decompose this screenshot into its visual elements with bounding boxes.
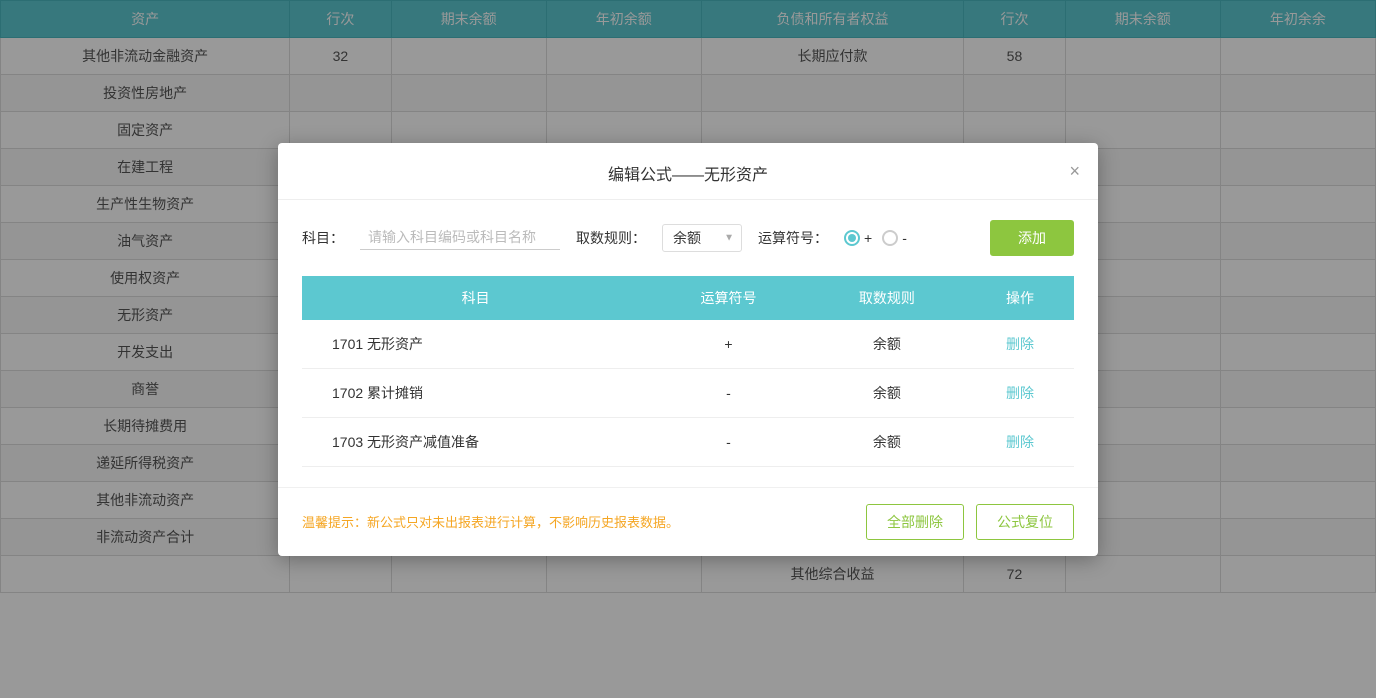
operator-group: + -	[844, 230, 907, 246]
modal-footer: 温馨提示：新公式只对未出报表进行计算，不影响历史报表数据。 全部删除 公式复位	[278, 487, 1098, 556]
table-header-row: 科目 运算符号 取数规则 操作	[302, 276, 1074, 320]
delete-all-button[interactable]: 全部删除	[866, 504, 964, 540]
delete-link[interactable]: 删除	[1006, 336, 1034, 352]
modal-header: 编辑公式——无形资产 ×	[278, 143, 1098, 200]
operator-minus-radio[interactable]: -	[882, 230, 907, 246]
add-button[interactable]: 添加	[990, 220, 1074, 256]
operator-plus-radio[interactable]: +	[844, 230, 872, 246]
footer-tip: 温馨提示：新公式只对未出报表进行计算，不影响历史报表数据。	[302, 512, 679, 531]
delete-link[interactable]: 删除	[1006, 385, 1034, 401]
cell-subject: 1703 无形资产减值准备	[302, 417, 649, 466]
col-operator: 运算符号	[649, 276, 807, 320]
cell-subject: 1702 累计摊销	[302, 368, 649, 417]
cell-action: 删除	[966, 368, 1074, 417]
formula-table: 科目 运算符号 取数规则 操作 1701 无形资产+余额删除1702 累计摊销-…	[302, 276, 1074, 467]
table-row: 1702 累计摊销-余额 删除	[302, 368, 1074, 417]
operator-label: 运算符号：	[758, 228, 828, 248]
rule-label: 取数规则：	[576, 228, 646, 248]
modal-overlay: 编辑公式——无形资产 × 科目： 取数规则： 余额 借方 贷方 ▼ 运算符号：	[0, 0, 1376, 698]
delete-link[interactable]: 删除	[1006, 434, 1034, 450]
modal-title: 编辑公式——无形资产	[608, 167, 768, 184]
col-action: 操作	[966, 276, 1074, 320]
subject-label: 科目：	[302, 228, 344, 248]
rule-select-wrap: 余额 借方 贷方 ▼	[662, 224, 742, 252]
modal-close-button[interactable]: ×	[1069, 162, 1080, 180]
modal-body: 科目： 取数规则： 余额 借方 贷方 ▼ 运算符号： +	[278, 200, 1098, 487]
subject-input[interactable]	[360, 225, 560, 250]
cell-operator: -	[649, 417, 807, 466]
footer-buttons: 全部删除 公式复位	[866, 504, 1074, 540]
cell-rule: 余额	[808, 368, 966, 417]
table-row: 1703 无形资产减值准备-余额 删除	[302, 417, 1074, 466]
cell-rule: 余额	[808, 417, 966, 466]
radio-minus-indicator	[882, 230, 898, 246]
table-row: 1701 无形资产+余额 删除	[302, 320, 1074, 369]
cell-operator: +	[649, 320, 807, 369]
cell-operator: -	[649, 368, 807, 417]
col-subject: 科目	[302, 276, 649, 320]
operator-plus-label: +	[864, 230, 872, 246]
modal-dialog: 编辑公式——无形资产 × 科目： 取数规则： 余额 借方 贷方 ▼ 运算符号：	[278, 143, 1098, 556]
col-rule: 取数规则	[808, 276, 966, 320]
form-row: 科目： 取数规则： 余额 借方 贷方 ▼ 运算符号： +	[302, 220, 1074, 256]
rule-select[interactable]: 余额 借方 贷方	[662, 224, 742, 252]
radio-plus-indicator	[844, 230, 860, 246]
cell-action: 删除	[966, 417, 1074, 466]
cell-action: 删除	[966, 320, 1074, 369]
reset-formula-button[interactable]: 公式复位	[976, 504, 1074, 540]
operator-minus-label: -	[902, 230, 907, 246]
cell-rule: 余额	[808, 320, 966, 369]
cell-subject: 1701 无形资产	[302, 320, 649, 369]
